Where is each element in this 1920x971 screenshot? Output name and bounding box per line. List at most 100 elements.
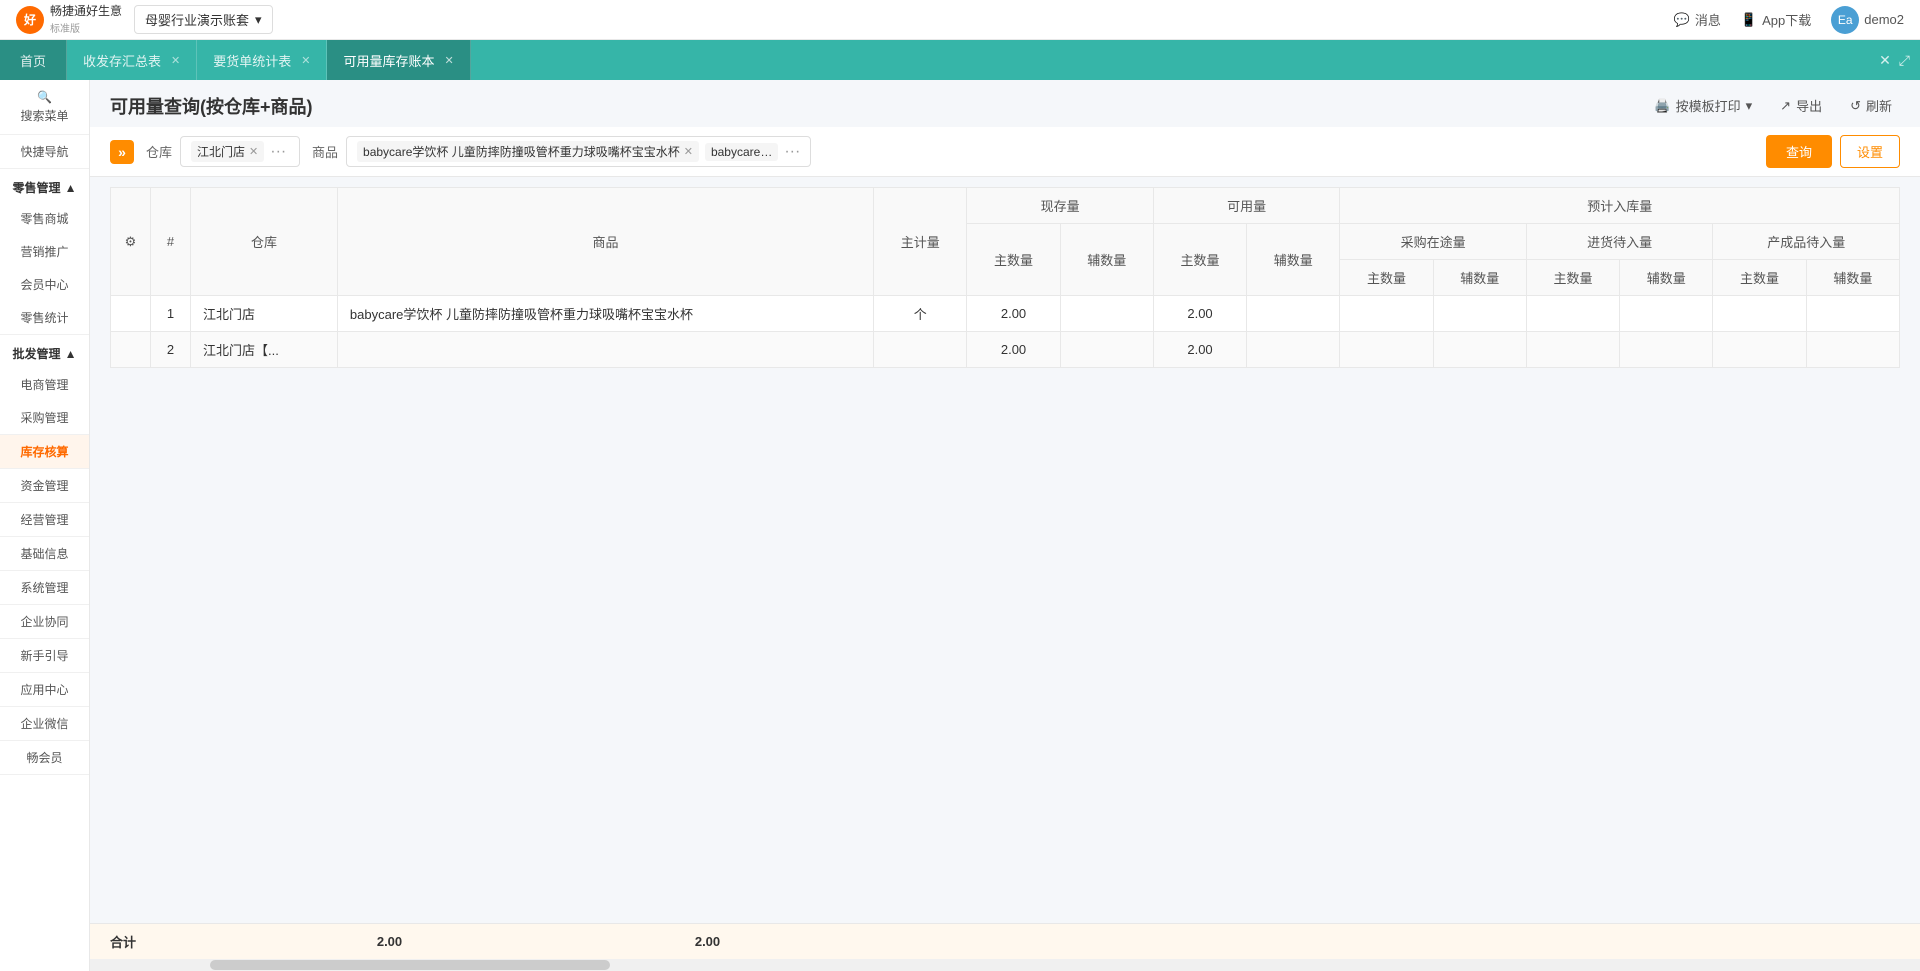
- row-stock-aux: [1060, 296, 1153, 332]
- sidebar-item-purchasing[interactable]: 采购管理: [0, 401, 89, 434]
- settings-button[interactable]: 设置: [1840, 135, 1900, 168]
- footer-product-aux: [1781, 934, 1861, 949]
- tab-available-inventory[interactable]: 可用量库存账本 ✕: [327, 40, 470, 80]
- horizontal-scrollbar[interactable]: [90, 959, 1920, 971]
- sidebar-item-inventory-check[interactable]: 库存核算: [0, 435, 89, 468]
- sidebar-quick-nav[interactable]: 快捷导航: [0, 135, 89, 169]
- print-btn[interactable]: 🖨️ 按模板打印 ▾: [1646, 92, 1760, 119]
- sidebar-item-finance[interactable]: 资金管理: [0, 469, 89, 502]
- row-purchase-main: [1340, 296, 1433, 332]
- retail-label: 零售管理: [13, 179, 61, 196]
- warehouse-input[interactable]: 江北门店 ✕ ···: [180, 136, 300, 167]
- sidebar-item-wechat[interactable]: 企业微信: [0, 707, 89, 740]
- query-button[interactable]: 查询: [1766, 135, 1832, 168]
- expand-icon[interactable]: ⤢: [1899, 52, 1910, 69]
- row-settings: [111, 296, 151, 332]
- message-label: 消息: [1695, 10, 1721, 29]
- logo-icon: 好: [16, 6, 44, 34]
- col-avail-main-header: 主数量: [1153, 224, 1246, 296]
- content-area: 可用量查询(按仓库+商品) 🖨️ 按模板打印 ▾ ↗ 导出 ↺ 刷新 »: [90, 80, 1920, 971]
- col-currentstock-header: 现存量: [967, 188, 1154, 224]
- refresh-label: 刷新: [1866, 96, 1892, 115]
- item-label: 营销推广: [20, 245, 68, 259]
- sidebar-item-apps[interactable]: 应用中心: [0, 673, 89, 706]
- col-purchase-transit-header: 采购在途量: [1340, 224, 1527, 260]
- sidebar-item-system[interactable]: 系统管理: [0, 571, 89, 604]
- sidebar-item-retail-management[interactable]: 零售管理 ▲: [0, 169, 89, 202]
- product-more-icon[interactable]: ···: [784, 143, 800, 161]
- main-layout: 🔍 搜索菜单 快捷导航 零售管理 ▲ 零售商城 营销推广 会员中心 零售统计: [0, 80, 1920, 971]
- tab-home-label: 首页: [20, 51, 46, 70]
- row-warehouse: 江北门店【...: [191, 332, 338, 368]
- refresh-btn[interactable]: ↺ 刷新: [1842, 92, 1900, 119]
- sidebar-section-vip: 畅会员: [0, 741, 89, 775]
- sidebar-item-retail-stats[interactable]: 零售统计: [0, 301, 89, 334]
- footer-stock-aux: [509, 934, 589, 949]
- item-label: 零售统计: [20, 311, 68, 325]
- product-tag: babycare学饮杯 儿童防摔防撞吸管杯重力球吸嘴杯宝宝水杯 ✕: [357, 141, 699, 162]
- app-download-btn[interactable]: 📱 App下载: [1741, 10, 1811, 29]
- item-label: 应用中心: [20, 683, 68, 697]
- user-profile-btn[interactable]: Ea demo2: [1831, 6, 1904, 34]
- item-label: 零售商城: [20, 212, 68, 226]
- sidebar-item-vip[interactable]: 畅会员: [0, 741, 89, 774]
- row-stock-main: 2.00: [967, 296, 1060, 332]
- sidebar-section-wholesale: 批发管理 ▲ 电商管理 采购管理: [0, 335, 89, 435]
- sidebar-item-basics[interactable]: 基础信息: [0, 537, 89, 570]
- item-label: 基础信息: [20, 547, 68, 561]
- warehouse-filter: 仓库 江北门店 ✕ ···: [146, 136, 300, 167]
- tab-goods-order[interactable]: 要货单统计表 ✕: [197, 40, 327, 80]
- tab-label: 要货单统计表: [213, 51, 291, 70]
- logo-area: 好 畅捷通好生意 标准版: [16, 4, 122, 35]
- warehouse-label: 仓库: [146, 142, 172, 161]
- filter-toggle-btn[interactable]: »: [110, 140, 134, 164]
- sidebar-section-enterprise: 企业协同: [0, 605, 89, 639]
- tab-home[interactable]: 首页: [0, 40, 67, 80]
- col-settings-header[interactable]: ⚙: [111, 188, 151, 296]
- sidebar: 🔍 搜索菜单 快捷导航 零售管理 ▲ 零售商城 营销推广 会员中心 零售统计: [0, 80, 90, 971]
- message-icon: 💬: [1674, 12, 1690, 28]
- row-product-main: [1713, 296, 1806, 332]
- sidebar-item-operations[interactable]: 经营管理: [0, 503, 89, 536]
- product-input[interactable]: babycare学饮杯 儿童防摔防撞吸管杯重力球吸嘴杯宝宝水杯 ✕ babyca…: [346, 136, 811, 167]
- sidebar-section-apps: 应用中心: [0, 673, 89, 707]
- sidebar-item-enterprise[interactable]: 企业协同: [0, 605, 89, 638]
- footer-goods-main: [1304, 934, 1384, 949]
- page-header-actions: 🖨️ 按模板打印 ▾ ↗ 导出 ↺ 刷新: [1646, 92, 1900, 119]
- warehouse-more-icon[interactable]: ···: [270, 143, 286, 161]
- col-goods-aux-header: 辅数量: [1620, 260, 1713, 296]
- sidebar-item-wholesale-management[interactable]: 批发管理 ▲: [0, 335, 89, 368]
- account-selector[interactable]: 母婴行业演示账套 ▾: [134, 5, 273, 34]
- sidebar-section-guide: 新手引导: [0, 639, 89, 673]
- sidebar-search[interactable]: 🔍 搜索菜单: [0, 80, 89, 135]
- tab-label: 收发存汇总表: [83, 51, 161, 70]
- sidebar-item-ecommerce[interactable]: 电商管理: [0, 368, 89, 401]
- tab-close-icon[interactable]: ✕: [171, 54, 180, 67]
- sidebar-item-retail-mall[interactable]: 零售商城: [0, 202, 89, 235]
- col-purchase-aux-header: 辅数量: [1433, 260, 1526, 296]
- warehouse-tag: 江北门店 ✕: [191, 141, 264, 162]
- sidebar-item-marketing[interactable]: 营销推广: [0, 235, 89, 268]
- tab-close-icon[interactable]: ✕: [301, 54, 310, 67]
- tab-label: 可用量库存账本: [343, 51, 434, 70]
- sidebar-item-guide[interactable]: 新手引导: [0, 639, 89, 672]
- export-btn[interactable]: ↗ 导出: [1772, 92, 1830, 119]
- search-icon: 🔍: [37, 90, 52, 104]
- warehouse-remove-icon[interactable]: ✕: [249, 145, 258, 158]
- footer-product-main: [1622, 934, 1702, 949]
- close-tab-icon[interactable]: ✕: [1879, 52, 1891, 69]
- footer-stock-main: 2.00: [350, 934, 430, 949]
- product-remove-icon[interactable]: ✕: [684, 145, 693, 158]
- row-mainunit: 个: [874, 296, 967, 332]
- scrollbar-thumb[interactable]: [210, 960, 610, 970]
- top-bar-right: 💬 消息 📱 App下载 Ea demo2: [1674, 6, 1904, 34]
- message-btn[interactable]: 💬 消息: [1674, 10, 1721, 29]
- col-stock-aux-header: 辅数量: [1060, 224, 1153, 296]
- product-tag-extra: babycare…: [705, 143, 778, 161]
- tab-close-icon[interactable]: ✕: [445, 54, 454, 67]
- sidebar-section-finance: 资金管理: [0, 469, 89, 503]
- sidebar-item-members[interactable]: 会员中心: [0, 268, 89, 301]
- row-purchase-main: [1340, 332, 1433, 368]
- sidebar-section-operations: 经营管理: [0, 503, 89, 537]
- tab-collection-summary[interactable]: 收发存汇总表 ✕: [67, 40, 197, 80]
